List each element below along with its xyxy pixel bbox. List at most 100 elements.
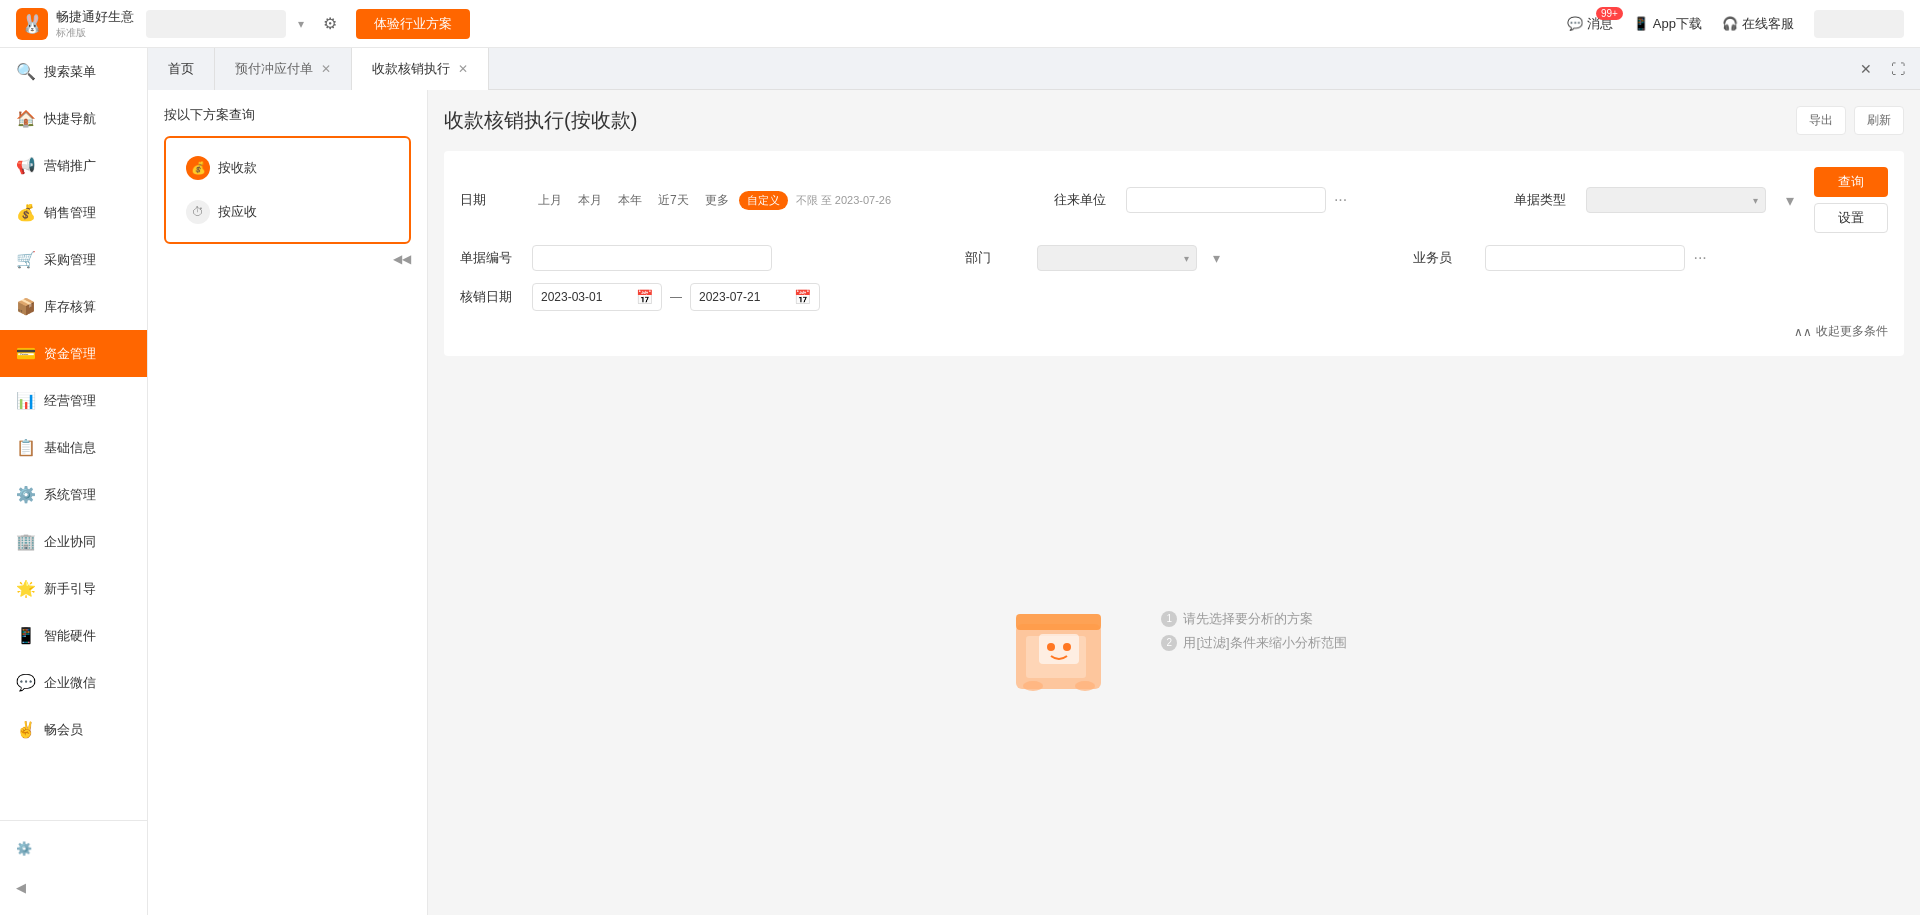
- date-opt-this-month[interactable]: 本月: [572, 190, 608, 211]
- tab-close-window[interactable]: ✕: [1852, 55, 1880, 83]
- page-actions: 导出 刷新: [1796, 106, 1904, 135]
- sidebar-item-hardware[interactable]: 📱 智能硬件: [0, 612, 147, 659]
- sidebar-item-basicinfo[interactable]: 📋 基础信息: [0, 424, 147, 471]
- doc-type-label: 单据类型: [1514, 191, 1570, 209]
- verify-date-start[interactable]: 2023-03-01 📅: [532, 283, 662, 311]
- tab-home[interactable]: 首页: [148, 48, 215, 90]
- dept-select-wrapper: [1037, 245, 1197, 271]
- counterpart-input-group: ···: [1126, 187, 1351, 213]
- collapse-btn[interactable]: ∧∧ 收起更多条件: [1794, 323, 1888, 340]
- date-options: 上月 本月 本年 近7天 更多 自定义 不限 至 2023-07-26: [532, 190, 891, 211]
- sidebar-item-search[interactable]: 🔍 搜索菜单: [0, 48, 147, 95]
- date-range-text: 不限 至 2023-07-26: [796, 193, 891, 208]
- date-opt-last-month[interactable]: 上月: [532, 190, 568, 211]
- collapse-row: ∧∧ 收起更多条件: [460, 323, 1888, 340]
- app-download-btn[interactable]: 📱 App下载: [1633, 15, 1702, 33]
- date-divider: —: [670, 290, 682, 304]
- sidebar-item-newbie[interactable]: 🌟 新手引导: [0, 565, 147, 612]
- sidebar-item-purchase[interactable]: 🛒 采购管理: [0, 236, 147, 283]
- basicinfo-icon: 📋: [16, 438, 34, 457]
- logo-icon: 🐰: [16, 8, 48, 40]
- tab-receive-label: 收款核销执行: [372, 60, 450, 78]
- dept-select[interactable]: [1037, 245, 1197, 271]
- staff-input[interactable]: [1485, 245, 1685, 271]
- sidebar-label-basicinfo: 基础信息: [44, 439, 96, 457]
- sidebar-item-inventory[interactable]: 📦 库存核算: [0, 283, 147, 330]
- date-opt-custom[interactable]: 自定义: [739, 191, 788, 210]
- date-opt-more[interactable]: 更多: [699, 190, 735, 211]
- date-opt-7d[interactable]: 近7天: [652, 190, 695, 211]
- page-header: 收款核销执行(按收款) 导出 刷新: [444, 106, 1904, 135]
- sidebar-item-member[interactable]: ✌️ 畅会员: [0, 706, 147, 753]
- verify-date-end[interactable]: 2023-07-21 📅: [690, 283, 820, 311]
- tab-maximize[interactable]: ⛶: [1884, 55, 1912, 83]
- online-service-btn[interactable]: 🎧 在线客服: [1722, 15, 1794, 33]
- sidebar-item-marketing[interactable]: 📢 营销推广: [0, 142, 147, 189]
- dept-dropdown-icon[interactable]: ▾: [1213, 250, 1220, 266]
- sidebar-item-shortcut[interactable]: 🏠 快捷导航: [0, 95, 147, 142]
- cal-icon-end: 📅: [794, 289, 811, 305]
- panel-collapse-btn[interactable]: ◀◀: [164, 252, 411, 266]
- tab-prepay[interactable]: 预付冲应付单 ✕: [215, 48, 352, 90]
- svg-point-4: [1047, 643, 1055, 651]
- sidebar-label-finance: 资金管理: [44, 345, 96, 363]
- refresh-btn[interactable]: 刷新: [1854, 106, 1904, 135]
- tip-num-1: 1: [1161, 611, 1177, 627]
- panel-options: 💰 按收款 ⏱ 按应收: [164, 136, 411, 244]
- date-opt-this-year[interactable]: 本年: [612, 190, 648, 211]
- verify-date-end-text: 2023-07-21: [699, 290, 760, 304]
- empty-text: 1 请先选择要分析的方案 2 用[过滤]条件来缩小分析范围: [1161, 610, 1346, 658]
- sidebar-label-wechat: 企业微信: [44, 674, 96, 692]
- staff-ellipsis[interactable]: ···: [1689, 249, 1710, 267]
- dropdown-icon[interactable]: ▾: [298, 17, 304, 31]
- counterpart-ellipsis[interactable]: ···: [1330, 191, 1351, 209]
- service-icon: 🎧: [1722, 16, 1738, 31]
- tab-prepay-close[interactable]: ✕: [321, 62, 331, 76]
- option-by-receipt[interactable]: 💰 按收款: [174, 146, 401, 190]
- sidebar-item-enterprise[interactable]: 🏢 企业协同: [0, 518, 147, 565]
- doc-type-ellipsis[interactable]: ▾: [1782, 191, 1798, 210]
- sidebar-collapse-btn[interactable]: ◀: [0, 868, 147, 907]
- counterpart-label: 往来单位: [1054, 191, 1110, 209]
- svg-rect-1: [1016, 614, 1101, 630]
- filter-row-1: 日期 上月 本月 本年 近7天 更多 自定义 不限 至 2023-07-26 往…: [460, 167, 1888, 233]
- doc-no-input[interactable]: [532, 245, 772, 271]
- tabbar: 首页 预付冲应付单 ✕ 收款核销执行 ✕ ✕ ⛶: [148, 48, 1920, 90]
- doc-no-label: 单据编号: [460, 249, 516, 267]
- option-by-receivable[interactable]: ⏱ 按应收: [174, 190, 401, 234]
- tab-receive[interactable]: 收款核销执行 ✕: [352, 48, 489, 90]
- query-btn[interactable]: 查询: [1814, 167, 1888, 197]
- sidebar-item-finance[interactable]: 💳 资金管理: [0, 330, 147, 377]
- wechat-icon: 💬: [16, 673, 34, 692]
- sidebar-label-operation: 经营管理: [44, 392, 96, 410]
- tab-receive-close[interactable]: ✕: [458, 62, 468, 76]
- industry-btn[interactable]: 体验行业方案: [356, 9, 470, 39]
- hardware-icon: 📱: [16, 626, 34, 645]
- sidebar-item-operation[interactable]: 📊 经营管理: [0, 377, 147, 424]
- option-by-receivable-label: 按应收: [218, 203, 257, 221]
- sidebar-label-newbie: 新手引导: [44, 580, 96, 598]
- tip-num-2: 2: [1161, 635, 1177, 651]
- doc-type-select-wrapper: [1586, 187, 1766, 213]
- company-name[interactable]: [146, 10, 286, 38]
- option-by-receipt-label: 按收款: [218, 159, 257, 177]
- logo-area: 🐰 畅捷通好生意 标准版: [16, 8, 134, 40]
- filter-settings-btn[interactable]: 设置: [1814, 203, 1888, 233]
- user-name[interactable]: [1814, 10, 1904, 38]
- receipt-icon: 💰: [186, 156, 210, 180]
- tab-prepay-label: 预付冲应付单: [235, 60, 313, 78]
- message-btn[interactable]: 💬 消息 99+: [1567, 15, 1613, 33]
- doc-type-select[interactable]: [1586, 187, 1766, 213]
- sidebar-label-hardware: 智能硬件: [44, 627, 96, 645]
- sidebar-item-system[interactable]: ⚙️ 系统管理: [0, 471, 147, 518]
- topbar-right: 💬 消息 99+ 📱 App下载 🎧 在线客服: [1567, 10, 1904, 38]
- sidebar-item-sales[interactable]: 💰 销售管理: [0, 189, 147, 236]
- export-btn[interactable]: 导出: [1796, 106, 1846, 135]
- settings-icon[interactable]: ⚙: [316, 10, 344, 38]
- sidebar-label-enterprise: 企业协同: [44, 533, 96, 551]
- app-edition: 标准版: [56, 26, 134, 40]
- sidebar-item-wechat[interactable]: 💬 企业微信: [0, 659, 147, 706]
- sidebar-settings-btn[interactable]: ⚙️: [0, 829, 147, 868]
- topbar-left: 🐰 畅捷通好生意 标准版 ▾ ⚙ 体验行业方案: [16, 8, 470, 40]
- counterpart-input[interactable]: [1126, 187, 1326, 213]
